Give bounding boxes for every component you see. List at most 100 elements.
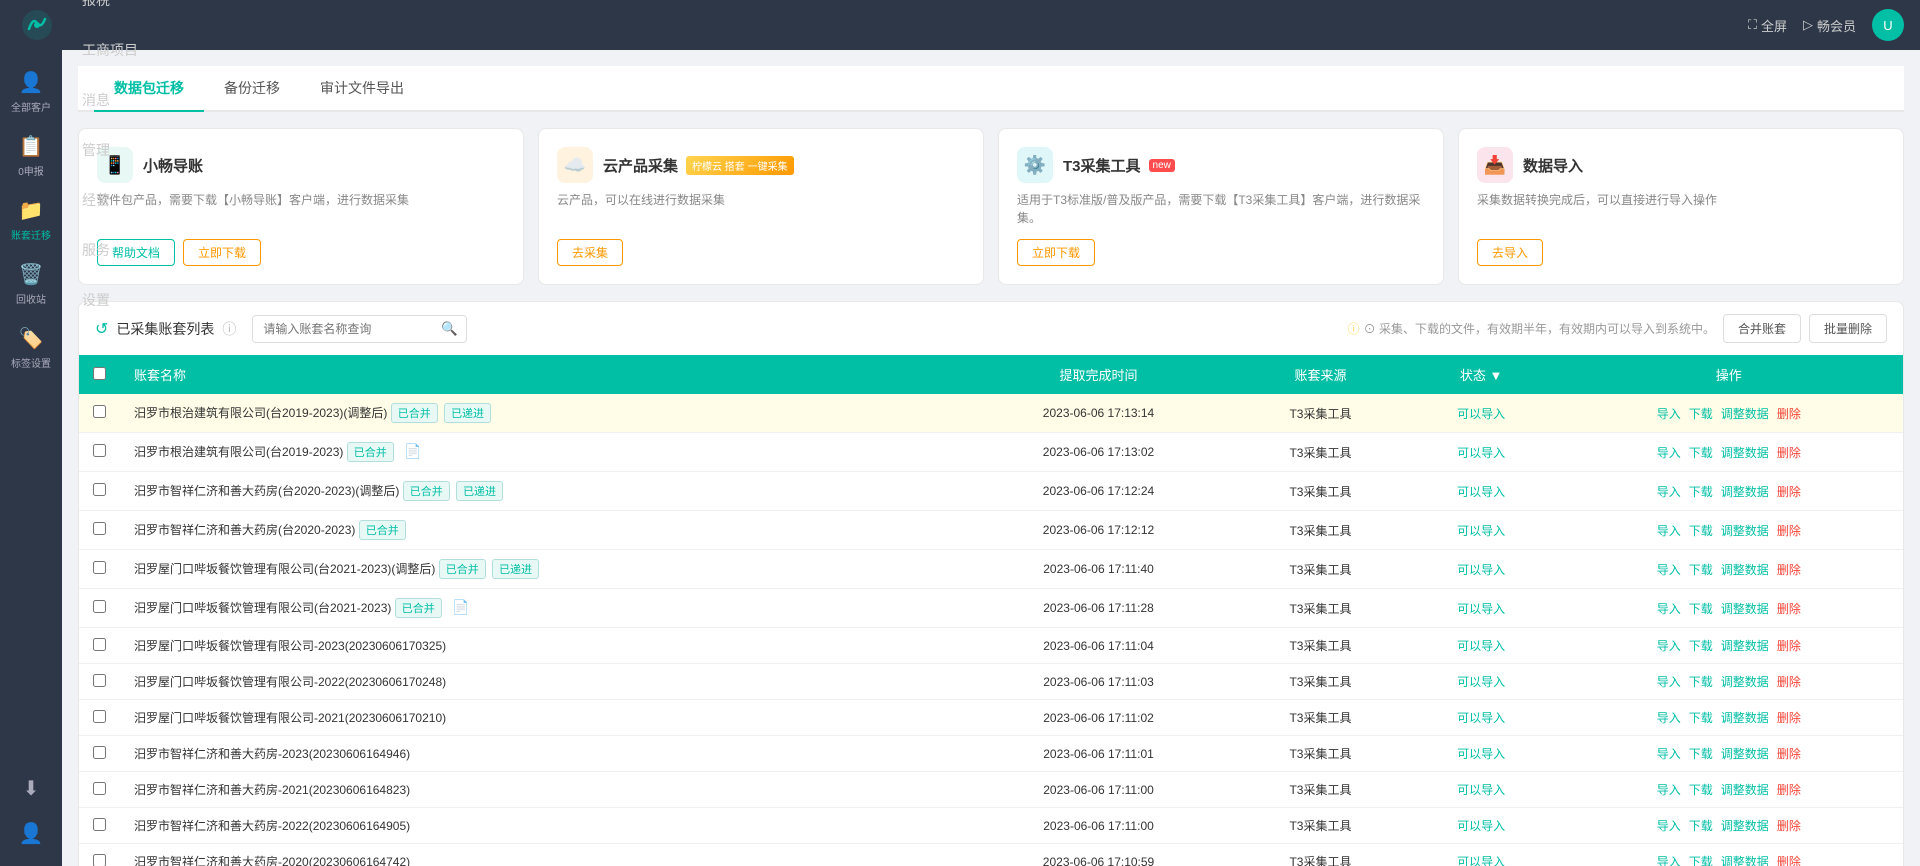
action-删除[interactable]: 删除 bbox=[1777, 563, 1801, 577]
action-下载[interactable]: 下载 bbox=[1689, 819, 1713, 833]
action-调整数据[interactable]: 调整数据 bbox=[1721, 524, 1769, 538]
app-logo[interactable] bbox=[16, 4, 58, 46]
action-调整数据[interactable]: 调整数据 bbox=[1721, 485, 1769, 499]
action-导入[interactable]: 导入 bbox=[1657, 855, 1681, 866]
search-button[interactable]: 🔍 bbox=[433, 316, 466, 342]
action-下载[interactable]: 下载 bbox=[1689, 747, 1713, 761]
tab-audit-export[interactable]: 审计文件导出 bbox=[300, 66, 424, 112]
action-下载[interactable]: 下载 bbox=[1689, 675, 1713, 689]
row-actions: 导入下载调整数据删除 bbox=[1555, 664, 1903, 700]
action-导入[interactable]: 导入 bbox=[1657, 747, 1681, 761]
table-body: 汨罗市根治建筑有限公司(台2019-2023)(调整后) 已合并 已递进2023… bbox=[79, 394, 1903, 866]
action-导入[interactable]: 导入 bbox=[1657, 783, 1681, 797]
col-header-status[interactable]: 状态 ▼ bbox=[1408, 355, 1555, 394]
action-导入[interactable]: 导入 bbox=[1657, 602, 1681, 616]
row-checkbox[interactable] bbox=[93, 522, 106, 535]
action-删除[interactable]: 删除 bbox=[1777, 446, 1801, 460]
action-下载[interactable]: 下载 bbox=[1689, 524, 1713, 538]
action-导入[interactable]: 导入 bbox=[1657, 485, 1681, 499]
nav-item-industry[interactable]: 工商项目 bbox=[68, 25, 152, 75]
action-下载[interactable]: 下载 bbox=[1689, 407, 1713, 421]
action-导入[interactable]: 导入 bbox=[1657, 524, 1681, 538]
row-checkbox[interactable] bbox=[93, 782, 106, 795]
row-checkbox[interactable] bbox=[93, 444, 106, 457]
row-checkbox[interactable] bbox=[93, 854, 106, 866]
nav-item-service[interactable]: 服务 bbox=[68, 225, 152, 275]
action-删除[interactable]: 删除 bbox=[1777, 819, 1801, 833]
row-checkbox[interactable] bbox=[93, 561, 106, 574]
action-导入[interactable]: 导入 bbox=[1657, 675, 1681, 689]
sidebar-item-all-clients[interactable]: 👤全部客户 bbox=[11, 60, 51, 124]
card-button[interactable]: 立即下载 bbox=[1017, 239, 1095, 266]
action-导入[interactable]: 导入 bbox=[1657, 563, 1681, 577]
file-icon[interactable]: 📄 bbox=[452, 599, 469, 615]
avatar[interactable]: U bbox=[1872, 9, 1904, 41]
action-导入[interactable]: 导入 bbox=[1657, 446, 1681, 460]
sidebar-item-user[interactable]: 👤 bbox=[0, 811, 62, 856]
sidebar-item-recycle[interactable]: 🗑️回收站 bbox=[11, 252, 51, 316]
action-调整数据[interactable]: 调整数据 bbox=[1721, 602, 1769, 616]
sidebar-item-tag-settings[interactable]: 🏷️标签设置 bbox=[11, 316, 51, 380]
merge-accounts-button[interactable]: 合并账套 bbox=[1723, 314, 1801, 343]
action-删除[interactable]: 删除 bbox=[1777, 639, 1801, 653]
sidebar-item-account-migration[interactable]: 📁账套迁移 bbox=[11, 188, 51, 252]
action-下载[interactable]: 下载 bbox=[1689, 602, 1713, 616]
action-导入[interactable]: 导入 bbox=[1657, 639, 1681, 653]
action-下载[interactable]: 下载 bbox=[1689, 711, 1713, 725]
action-调整数据[interactable]: 调整数据 bbox=[1721, 747, 1769, 761]
action-删除[interactable]: 删除 bbox=[1777, 602, 1801, 616]
action-导入[interactable]: 导入 bbox=[1657, 407, 1681, 421]
nav-item-manage[interactable]: 管理 bbox=[68, 125, 152, 175]
action-下载[interactable]: 下载 bbox=[1689, 485, 1713, 499]
select-all-checkbox[interactable] bbox=[93, 367, 106, 380]
search-input[interactable] bbox=[253, 317, 433, 341]
action-下载[interactable]: 下载 bbox=[1689, 639, 1713, 653]
action-删除[interactable]: 删除 bbox=[1777, 675, 1801, 689]
action-调整数据[interactable]: 调整数据 bbox=[1721, 639, 1769, 653]
action-调整数据[interactable]: 调整数据 bbox=[1721, 407, 1769, 421]
action-调整数据[interactable]: 调整数据 bbox=[1721, 675, 1769, 689]
action-删除[interactable]: 删除 bbox=[1777, 485, 1801, 499]
action-调整数据[interactable]: 调整数据 bbox=[1721, 711, 1769, 725]
action-导入[interactable]: 导入 bbox=[1657, 711, 1681, 725]
action-删除[interactable]: 删除 bbox=[1777, 524, 1801, 538]
row-checkbox[interactable] bbox=[93, 483, 106, 496]
row-checkbox[interactable] bbox=[93, 710, 106, 723]
row-checkbox[interactable] bbox=[93, 818, 106, 831]
row-checkbox[interactable] bbox=[93, 674, 106, 687]
card-button[interactable]: 去采集 bbox=[557, 239, 623, 266]
action-调整数据[interactable]: 调整数据 bbox=[1721, 783, 1769, 797]
action-调整数据[interactable]: 调整数据 bbox=[1721, 819, 1769, 833]
action-调整数据[interactable]: 调整数据 bbox=[1721, 855, 1769, 866]
sidebar-item-download[interactable]: ⬇ bbox=[0, 766, 62, 811]
help-icon[interactable]: ⓘ bbox=[222, 319, 236, 339]
member-button[interactable]: ▷ 畅会员 bbox=[1803, 16, 1856, 35]
action-删除[interactable]: 删除 bbox=[1777, 407, 1801, 421]
action-下载[interactable]: 下载 bbox=[1689, 783, 1713, 797]
action-下载[interactable]: 下载 bbox=[1689, 855, 1713, 866]
action-删除[interactable]: 删除 bbox=[1777, 783, 1801, 797]
sidebar-item-zero-report[interactable]: 📋0申报 bbox=[11, 124, 51, 188]
file-icon[interactable]: 📄 bbox=[404, 443, 421, 459]
row-checkbox[interactable] bbox=[93, 746, 106, 759]
nav-item-message[interactable]: 消息 bbox=[68, 75, 152, 125]
fullscreen-button[interactable]: ⛶ 全屏 bbox=[1748, 16, 1787, 35]
action-下载[interactable]: 下载 bbox=[1689, 446, 1713, 460]
nav-item-operation[interactable]: 经营 bbox=[68, 175, 152, 225]
card-button[interactable]: 去导入 bbox=[1477, 239, 1543, 266]
action-调整数据[interactable]: 调整数据 bbox=[1721, 446, 1769, 460]
card-button[interactable]: 立即下载 bbox=[183, 239, 261, 266]
batch-delete-button[interactable]: 批量删除 bbox=[1809, 314, 1887, 343]
row-checkbox[interactable] bbox=[93, 600, 106, 613]
nav-item-tax[interactable]: 报税 bbox=[68, 0, 152, 25]
action-调整数据[interactable]: 调整数据 bbox=[1721, 563, 1769, 577]
action-删除[interactable]: 删除 bbox=[1777, 711, 1801, 725]
action-删除[interactable]: 删除 bbox=[1777, 855, 1801, 866]
action-下载[interactable]: 下载 bbox=[1689, 563, 1713, 577]
row-checkbox[interactable] bbox=[93, 405, 106, 418]
tab-backup-migration[interactable]: 备份迁移 bbox=[204, 66, 300, 112]
action-删除[interactable]: 删除 bbox=[1777, 747, 1801, 761]
nav-item-settings[interactable]: 设置 bbox=[68, 275, 152, 325]
row-checkbox[interactable] bbox=[93, 638, 106, 651]
action-导入[interactable]: 导入 bbox=[1657, 819, 1681, 833]
